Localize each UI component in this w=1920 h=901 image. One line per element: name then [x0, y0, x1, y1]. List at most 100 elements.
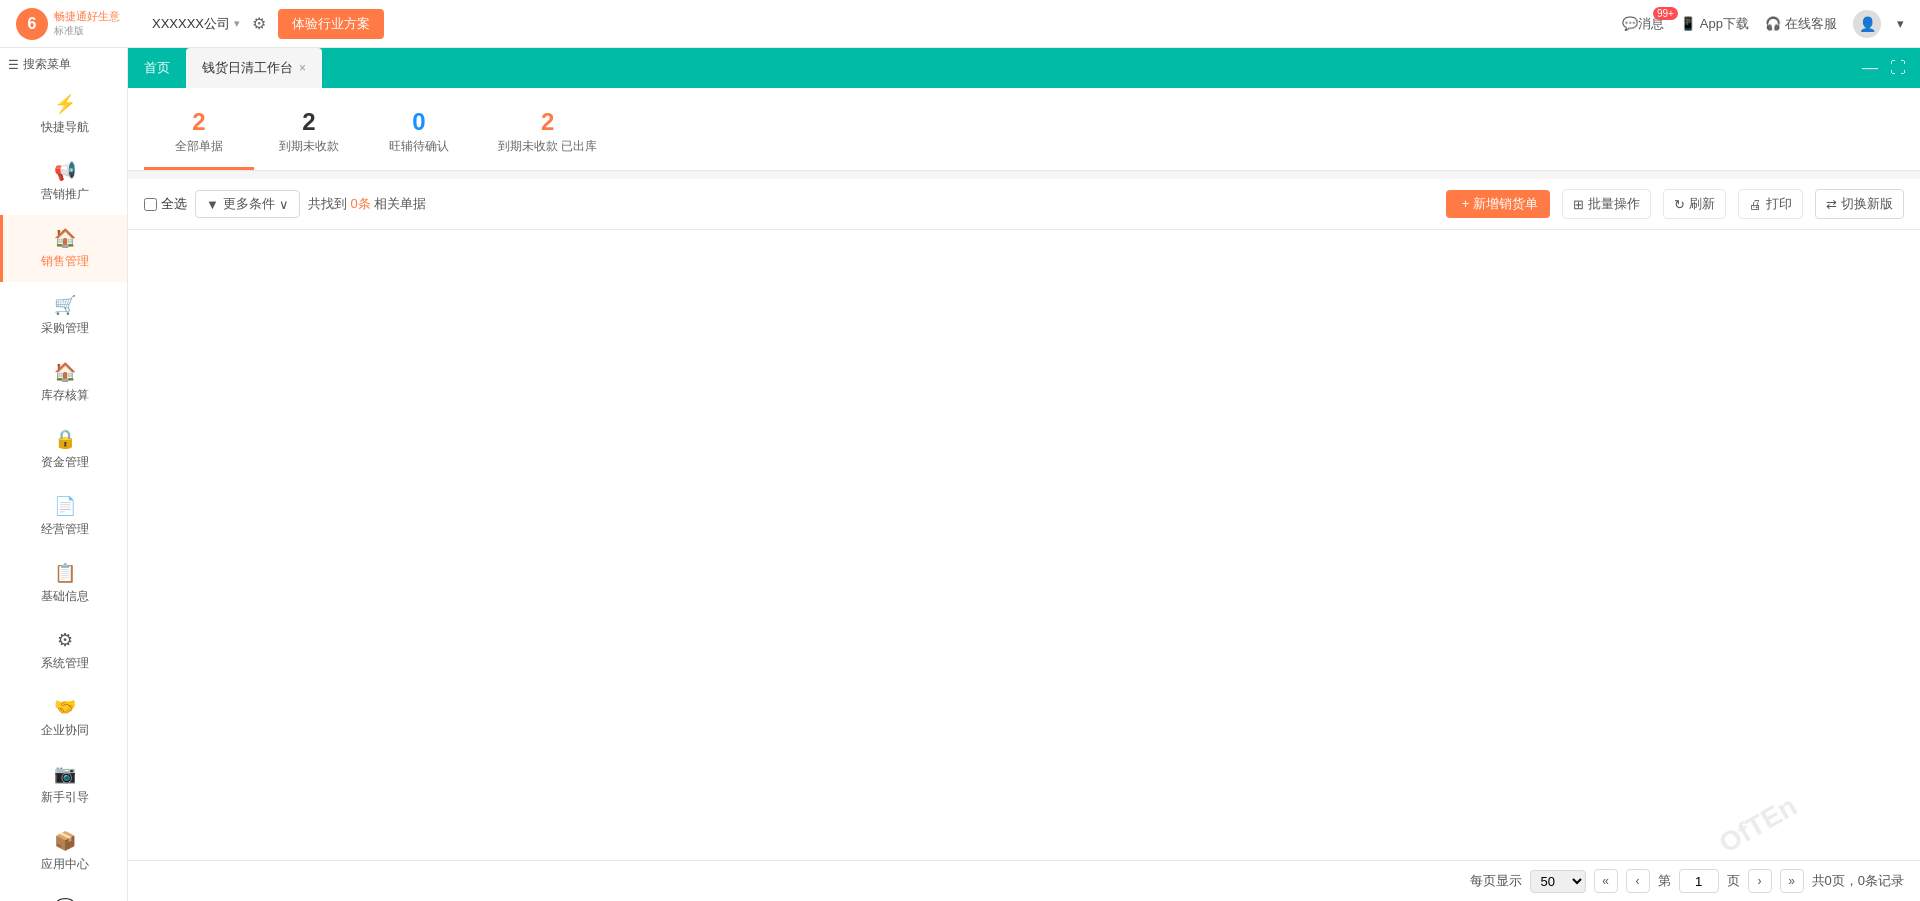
sidebar-label-system: 系统管理: [41, 655, 89, 672]
logo-sub: 标准版: [54, 24, 120, 38]
sidebar-item-purchase[interactable]: 🛒 采购管理: [0, 282, 127, 349]
avatar[interactable]: 👤: [1853, 10, 1881, 38]
sidebar-label-base-info: 基础信息: [41, 588, 89, 605]
tab-bar-actions: — ⛶: [1856, 55, 1920, 81]
main-layout: ☰ 搜索菜单 ⚡ 快捷导航 📢 营销推广 🏠 销售管理 🛒 采购管理 🏠 库存核…: [0, 48, 1920, 901]
lock-icon: 🔒: [54, 428, 76, 450]
per-page-select[interactable]: 50 100 200: [1530, 870, 1586, 893]
logo-name: 畅捷通好生意: [54, 9, 120, 23]
sidebar-label-purchase: 采购管理: [41, 320, 89, 337]
camera-icon: 📷: [54, 763, 76, 785]
total-label: 共0页，0条记录: [1812, 872, 1904, 890]
sidebar-label-guide: 新手引导: [41, 789, 89, 806]
sidebar-label-inventory: 库存核算: [41, 387, 89, 404]
found-text: 共找到 0条 相关单据: [308, 195, 426, 213]
add-sales-order-button[interactable]: + 新增销货单: [1446, 190, 1550, 218]
company-selector[interactable]: XXXXXX公司 ▾: [152, 15, 240, 33]
sidebar-item-wechat-work[interactable]: 💬 企业微信: [0, 885, 127, 901]
tab-bar: 首页 钱货日清工作台 × — ⛶: [128, 48, 1920, 88]
sidebar-item-guide[interactable]: 📷 新手引导: [0, 751, 127, 818]
sidebar-item-system[interactable]: ⚙ 系统管理: [0, 617, 127, 684]
box-icon: 📦: [54, 830, 76, 852]
house-icon: 🏠: [54, 227, 76, 249]
handshake-icon: 🤝: [54, 696, 76, 718]
search-icon: ☰: [8, 58, 19, 72]
search-menu-label: 搜索菜单: [23, 56, 71, 73]
sidebar-item-base-info[interactable]: 📋 基础信息: [0, 550, 127, 617]
select-all-label: 全选: [161, 195, 187, 213]
header-right: 💬 消息 99+ 📱 App下载 🎧 在线客服 👤 ▾: [1622, 10, 1904, 38]
sidebar-item-sales[interactable]: 🏠 销售管理: [0, 215, 127, 282]
content-area: 2 全部单据 2 到期未收款 0 旺辅待确认 2 到期未收款 已出库: [128, 88, 1920, 901]
sidebar-item-quick-nav[interactable]: ⚡ 快捷导航: [0, 81, 127, 148]
tab-home[interactable]: 首页: [128, 48, 186, 88]
stat-label-all: 全部单据: [175, 138, 223, 155]
filter-label: 更多条件: [223, 195, 275, 213]
sidebar-label-finance: 资金管理: [41, 454, 89, 471]
tab-home-label: 首页: [144, 59, 170, 77]
sidebar-label-sales: 销售管理: [41, 253, 89, 270]
sidebar-item-marketing[interactable]: 📢 营销推广: [0, 148, 127, 215]
first-page-button[interactable]: «: [1594, 869, 1618, 893]
logo-icon: 6: [16, 8, 48, 40]
batch-icon: ⊞: [1573, 197, 1584, 212]
tab-maximize-icon[interactable]: ⛶: [1884, 55, 1912, 81]
last-page-button[interactable]: »: [1780, 869, 1804, 893]
stat-tab-all[interactable]: 2 全部单据: [144, 100, 254, 170]
sidebar-item-operations[interactable]: 📄 经营管理: [0, 483, 127, 550]
sidebar-item-inventory[interactable]: 🏠 库存核算: [0, 349, 127, 416]
sidebar-item-finance[interactable]: 🔒 资金管理: [0, 416, 127, 483]
cart-icon: 🛒: [54, 294, 76, 316]
list-toolbar: 全选 ▼ 更多条件 ∨ 共找到 0条 相关单据 + 新增销货单: [128, 179, 1920, 230]
switch-version-button[interactable]: ⇄ 切换新版: [1815, 189, 1904, 219]
select-all-checkbox[interactable]: 全选: [144, 195, 187, 213]
prev-page-button[interactable]: ‹: [1626, 869, 1650, 893]
search-menu-item[interactable]: ☰ 搜索菜单: [0, 48, 127, 81]
filter-button[interactable]: ▼ 更多条件 ∨: [195, 190, 300, 218]
sidebar-label-app-center: 应用中心: [41, 856, 89, 873]
headset-icon: 🎧: [1765, 16, 1781, 31]
filter-icon: ▼: [206, 197, 219, 212]
batch-ops-button[interactable]: ⊞ 批量操作: [1562, 189, 1651, 219]
stat-tab-wangwang[interactable]: 0 旺辅待确认: [364, 100, 474, 170]
stat-label-overdue-out: 到期未收款 已出库: [498, 138, 597, 155]
username[interactable]: ▾: [1897, 16, 1904, 31]
stat-tab-overdue[interactable]: 2 到期未收款: [254, 100, 364, 170]
company-name: XXXXXX公司: [152, 15, 230, 33]
sidebar: ☰ 搜索菜单 ⚡ 快捷导航 📢 营销推广 🏠 销售管理 🛒 采购管理 🏠 库存核…: [0, 48, 128, 901]
app-download-button[interactable]: 📱 App下载: [1680, 15, 1749, 33]
refresh-icon: ↻: [1674, 197, 1685, 212]
sidebar-item-cooperation[interactable]: 🤝 企业协同: [0, 684, 127, 751]
messages-button[interactable]: 💬 消息 99+: [1622, 15, 1664, 33]
stat-num-overdue-out: 2: [541, 108, 554, 136]
sidebar-label-operations: 经营管理: [41, 521, 89, 538]
trial-button[interactable]: 体验行业方案: [278, 9, 384, 39]
stat-tab-overdue-out[interactable]: 2 到期未收款 已出库: [474, 100, 621, 170]
tab-cash-flow[interactable]: 钱货日清工作台 ×: [186, 48, 322, 88]
megaphone-icon: 📢: [54, 160, 76, 182]
sidebar-label-marketing: 营销推广: [41, 186, 89, 203]
stat-label-overdue: 到期未收款: [279, 138, 339, 155]
page-label: 第: [1658, 872, 1671, 890]
page-suffix: 页: [1727, 872, 1740, 890]
stat-num-overdue: 2: [302, 108, 315, 136]
tab-minimize-icon[interactable]: —: [1856, 55, 1884, 81]
select-all-input[interactable]: [144, 198, 157, 211]
message-badge: 99+: [1653, 7, 1678, 20]
sidebar-item-app-center[interactable]: 📦 应用中心: [0, 818, 127, 885]
stat-num-wangwang: 0: [412, 108, 425, 136]
refresh-button[interactable]: ↻ 刷新: [1663, 189, 1726, 219]
tab-close-icon[interactable]: ×: [299, 61, 306, 75]
settings-icon[interactable]: ⚙: [252, 14, 266, 33]
next-page-button[interactable]: ›: [1748, 869, 1772, 893]
sidebar-label-quick-nav: 快捷导航: [41, 119, 89, 136]
online-service-button[interactable]: 🎧 在线客服: [1765, 15, 1837, 33]
page-number-input[interactable]: [1679, 869, 1719, 893]
gear-icon: ⚙: [57, 629, 73, 651]
download-icon: 📱: [1680, 16, 1696, 31]
stat-num-all: 2: [192, 108, 205, 136]
stat-label-wangwang: 旺辅待确认: [389, 138, 449, 155]
found-num: 0条: [351, 196, 371, 211]
print-button[interactable]: 🖨 打印: [1738, 189, 1803, 219]
toolbar-right: + 新增销货单 ⊞ 批量操作 ↻ 刷新 🖨 打印 ⇄: [1446, 189, 1904, 219]
